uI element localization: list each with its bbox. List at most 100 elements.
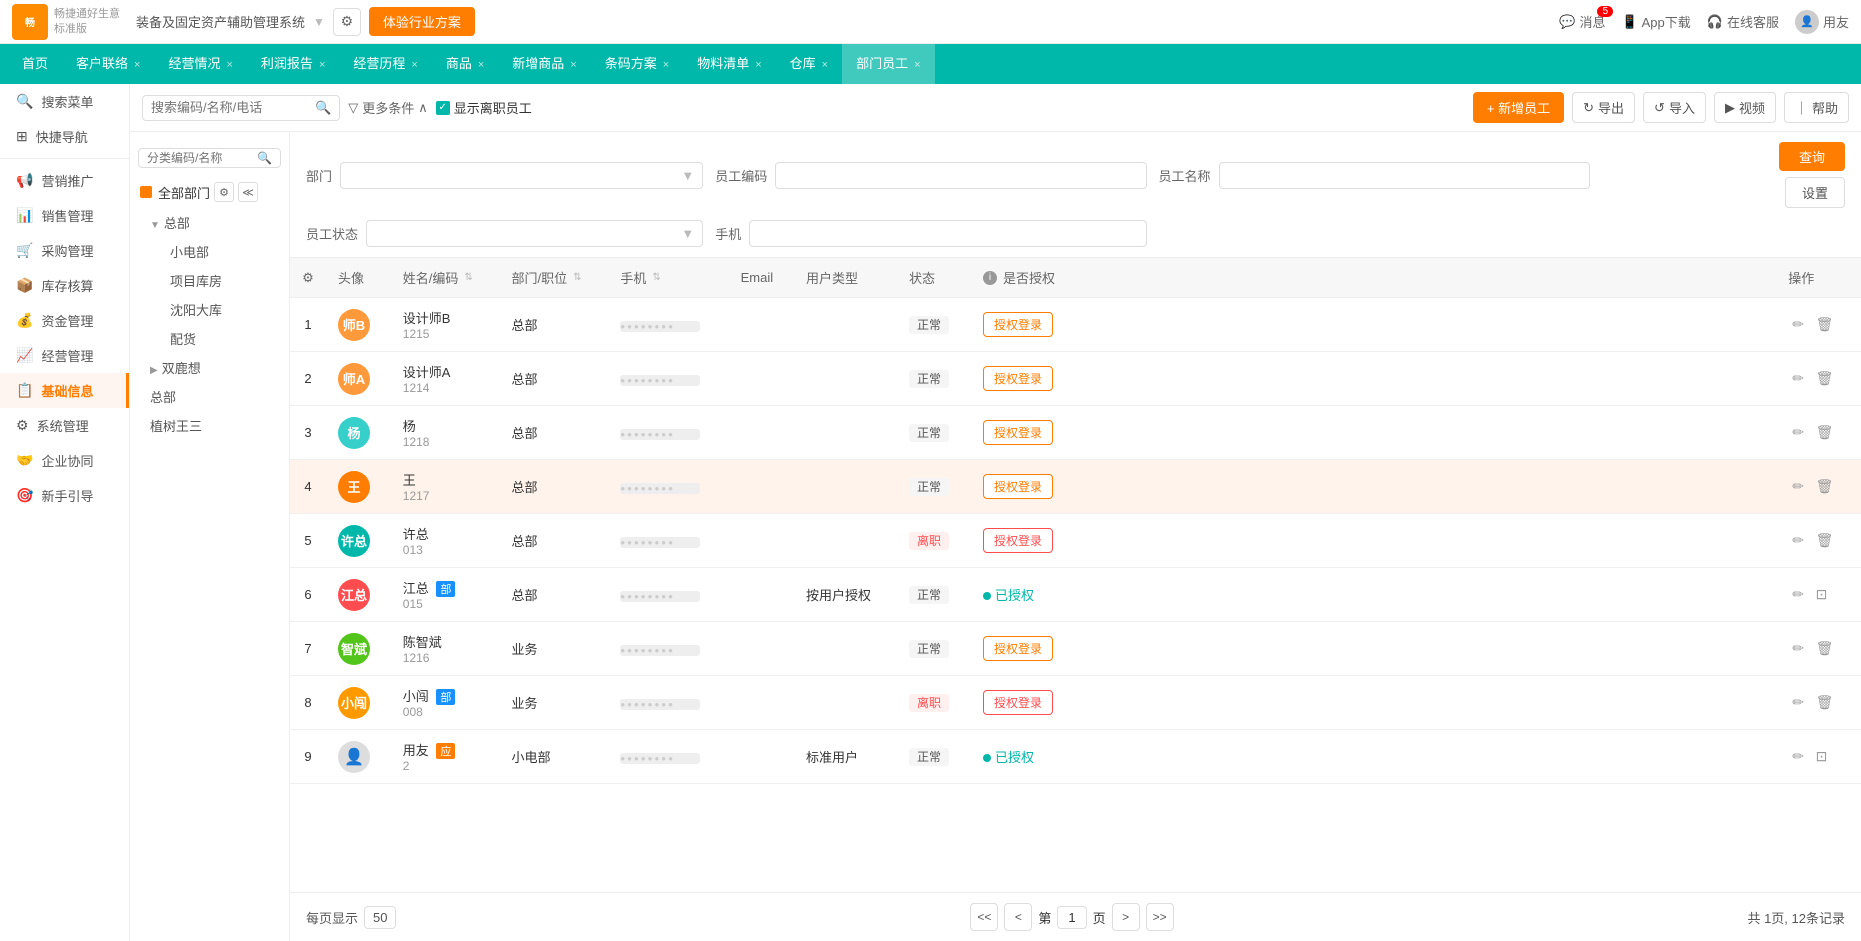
auth-login-button[interactable]: 授权登录 (983, 312, 1053, 337)
auth-login-button-5[interactable]: 授权登录 (983, 528, 1053, 553)
help-button[interactable]: ｜ 帮助 (1784, 92, 1849, 123)
show-resigned-checkbox[interactable]: ✓ (436, 101, 450, 115)
delete-button-5[interactable]: 🗑 (1812, 530, 1838, 551)
delete-button[interactable]: 🗑 (1812, 314, 1838, 335)
edit-button[interactable]: ✏ (1788, 314, 1808, 335)
auth-login-button-8[interactable]: 授权登录 (983, 690, 1053, 715)
close-goods-tab[interactable]: × (478, 59, 484, 71)
tab-customer[interactable]: 客户联络× (62, 44, 154, 84)
close-bom-tab[interactable]: × (755, 59, 761, 71)
search-icon-btn[interactable]: 🔍 (315, 100, 331, 116)
close-profit-tab[interactable]: × (319, 59, 325, 71)
sidebar-item-collab[interactable]: 🤝 企业协同 (0, 443, 129, 478)
settings-button[interactable]: ⚙ (333, 8, 361, 36)
dept-filter-select[interactable]: ▼ (340, 162, 703, 189)
tab-home[interactable]: 首页 (8, 44, 62, 84)
dept-tree-item-xiangmukufang[interactable]: 项目库房 (158, 266, 281, 295)
delete-button-7[interactable]: 🗑 (1812, 638, 1838, 659)
sidebar-item-operation-mgmt[interactable]: 📈 经营管理 (0, 338, 129, 373)
auth-login-button-4[interactable]: 授权登录 (983, 474, 1053, 499)
edit-button-3[interactable]: ✏ (1788, 422, 1808, 443)
export-button[interactable]: ↻ 导出 (1572, 92, 1635, 123)
auth-login-button-2[interactable]: 授权登录 (983, 366, 1053, 391)
close-warehouse-tab[interactable]: × (822, 59, 828, 71)
sidebar-item-search[interactable]: 🔍 搜索菜单 (0, 84, 129, 119)
dept-tree-item-zhishu[interactable]: 植树王三 (138, 411, 281, 440)
sidebar-item-sales[interactable]: 📊 销售管理 (0, 198, 129, 233)
copy-button-6[interactable]: ⊡ (1812, 584, 1832, 605)
edit-button-8[interactable]: ✏ (1788, 692, 1808, 713)
current-page-input[interactable]: 1 (1057, 906, 1086, 929)
close-customer-tab[interactable]: × (134, 59, 140, 71)
sidebar-item-marketing[interactable]: 📢 营销推广 (0, 163, 129, 198)
next-page-button[interactable]: > (1112, 903, 1140, 931)
dept-collapse-button[interactable]: ⚙ (214, 182, 234, 202)
sidebar-item-system[interactable]: ⚙ 系统管理 (0, 408, 129, 443)
tab-new-goods[interactable]: 新增商品× (498, 44, 590, 84)
tab-dept-employee[interactable]: 部门员工× (842, 44, 934, 84)
th-name-code[interactable]: 姓名/编码 ⇅ (391, 258, 500, 298)
import-button[interactable]: ↺ 导入 (1643, 92, 1706, 123)
show-resigned-toggle[interactable]: ✓ 显示离职员工 (436, 98, 532, 117)
page-size-select-input[interactable]: 50 (364, 906, 396, 929)
search-button[interactable]: 查询 (1779, 142, 1845, 171)
auth-login-button-3[interactable]: 授权登录 (983, 420, 1053, 445)
search-input[interactable] (151, 100, 311, 115)
tab-profit[interactable]: 利润报告× (247, 44, 339, 84)
emp-code-filter-input[interactable] (775, 162, 1146, 189)
dept-tree-item-zongbu-parent[interactable]: ▼总部 (138, 208, 281, 237)
tab-goods[interactable]: 商品× (432, 44, 498, 84)
delete-button-4[interactable]: 🗑 (1812, 476, 1838, 497)
close-history-tab[interactable]: × (411, 59, 417, 71)
setting-button[interactable]: 设置 (1785, 177, 1845, 208)
phone-filter-input[interactable] (749, 220, 1146, 247)
last-page-button[interactable]: >> (1146, 903, 1174, 931)
th-phone[interactable]: 手机 ⇅ (608, 258, 728, 298)
edit-button-2[interactable]: ✏ (1788, 368, 1808, 389)
sidebar-item-inventory[interactable]: 📦 库存核算 (0, 268, 129, 303)
dept-fold-button[interactable]: ≪ (238, 182, 258, 202)
app-download-button[interactable]: 📱 App下载 (1621, 12, 1690, 31)
sidebar-item-finance[interactable]: 💰 资金管理 (0, 303, 129, 338)
user-menu-button[interactable]: 👤 用友 (1795, 10, 1849, 34)
th-dept-position[interactable]: 部门/职位 ⇅ (500, 258, 609, 298)
emp-status-filter-select[interactable]: ▼ (366, 220, 703, 247)
delete-button-8[interactable]: 🗑 (1812, 692, 1838, 713)
close-barcode-tab[interactable]: × (663, 59, 669, 71)
tab-bom[interactable]: 物料清单× (683, 44, 775, 84)
tab-history[interactable]: 经营历程× (339, 44, 431, 84)
auth-login-button-7[interactable]: 授权登录 (983, 636, 1053, 661)
edit-button-4[interactable]: ✏ (1788, 476, 1808, 497)
delete-button-3[interactable]: 🗑 (1812, 422, 1838, 443)
tab-operation[interactable]: 经营情况× (154, 44, 246, 84)
auth-info-icon[interactable]: i (983, 271, 997, 285)
online-service-button[interactable]: 🎧 在线客服 (1707, 12, 1779, 31)
close-newgoods-tab[interactable]: × (570, 59, 576, 71)
edit-button-5[interactable]: ✏ (1788, 530, 1808, 551)
dept-tree-item-peihuo[interactable]: 配货 (158, 324, 281, 353)
tab-barcode[interactable]: 条码方案× (591, 44, 683, 84)
sidebar-item-guide[interactable]: 🎯 新手引导 (0, 478, 129, 513)
more-filter-button[interactable]: ▽ 更多条件 ∧ (348, 98, 428, 117)
dept-search-input[interactable] (147, 151, 257, 165)
copy-button-9[interactable]: ⊡ (1812, 746, 1832, 767)
dept-tree-item-xiaodibu[interactable]: 小电部 (158, 237, 281, 266)
dept-tree-item-zongbu[interactable]: 总部 (138, 382, 281, 411)
close-operation-tab[interactable]: × (226, 59, 232, 71)
prev-page-button[interactable]: < (1004, 903, 1032, 931)
sidebar-item-purchase[interactable]: 🛒 采购管理 (0, 233, 129, 268)
message-button[interactable]: 💬 5 消息 (1559, 12, 1605, 31)
edit-button-6[interactable]: ✏ (1788, 584, 1808, 605)
first-page-button[interactable]: << (970, 903, 998, 931)
sidebar-item-quicknav[interactable]: ⊞ 快捷导航 (0, 119, 129, 154)
edit-button-9[interactable]: ✏ (1788, 746, 1808, 767)
dept-tree-item-shuanglu[interactable]: ▶双鹿想 (138, 353, 281, 382)
dept-all-header[interactable]: 全部部门 ⚙ ≪ (130, 176, 289, 208)
close-dept-tab[interactable]: × (914, 59, 920, 71)
sidebar-item-basic-info[interactable]: 📋 基础信息 (0, 373, 129, 408)
add-employee-button[interactable]: + 新增员工 (1473, 92, 1564, 123)
edit-button-7[interactable]: ✏ (1788, 638, 1808, 659)
trial-button[interactable]: 体验行业方案 (369, 7, 475, 36)
delete-button-2[interactable]: 🗑 (1812, 368, 1838, 389)
dept-tree-item-shenyangdaku[interactable]: 沈阳大库 (158, 295, 281, 324)
